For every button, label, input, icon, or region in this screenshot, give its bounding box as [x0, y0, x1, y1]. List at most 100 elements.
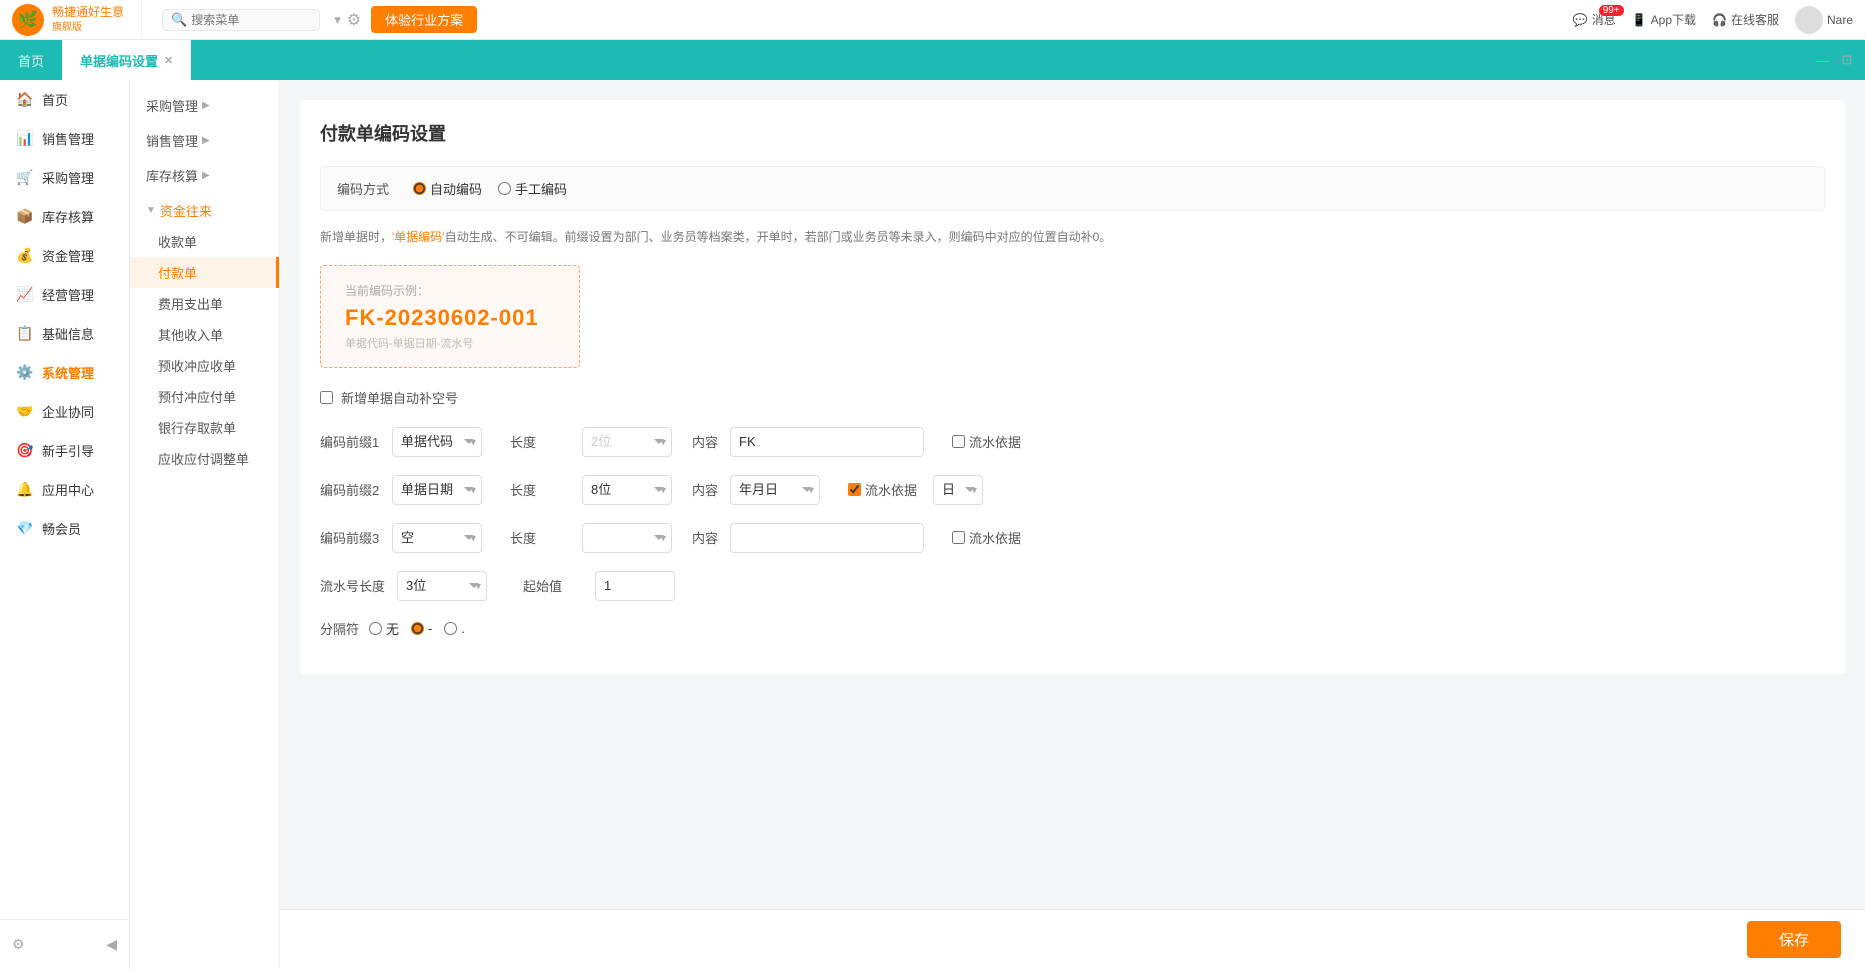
separator-none-radio[interactable] — [369, 622, 382, 635]
manual-encoding-option[interactable]: 手工编码 — [498, 179, 567, 198]
content-input-3[interactable] — [730, 523, 924, 553]
separator-dash-radio[interactable] — [411, 622, 424, 635]
serial-length-select[interactable]: 3位 4位 5位 — [397, 571, 487, 601]
content-select-2[interactable]: 年月日 年月 年 — [730, 475, 820, 505]
separator-dash-option[interactable]: - — [411, 621, 432, 636]
restore-button[interactable]: ⊡ — [1839, 52, 1855, 68]
sub-menu-header-purchase[interactable]: 采购管理 ▶ — [130, 90, 279, 121]
sub-menu-child-advance-offset[interactable]: 预付冲应付单 — [130, 381, 279, 412]
online-service-button[interactable]: 🎧 在线客服 — [1712, 11, 1779, 28]
sidebar-item-finance[interactable]: 💰 资金管理 — [0, 236, 129, 275]
start-value-label: 起始值 — [523, 576, 583, 595]
app-download-button[interactable]: 📱 App下载 — [1632, 11, 1696, 28]
settings-bottom-icon[interactable]: ⚙ — [8, 932, 29, 957]
trial-button[interactable]: 体验行业方案 — [371, 6, 477, 33]
sub-menu-group-purchase: 采购管理 ▶ — [130, 90, 279, 121]
tab-bill-code-settings[interactable]: 单据编码设置 ✕ — [62, 40, 191, 80]
serial-checkbox-row-1[interactable]: 流水依据 — [952, 432, 1021, 451]
prefix-select-1[interactable]: 单据代码 部门 业务员 — [392, 427, 482, 457]
serial-checkbox-row-2[interactable]: 流水依据 — [848, 480, 917, 499]
search-input[interactable] — [191, 13, 311, 27]
app-name: 畅捷通好生意 旗舰版 — [52, 5, 124, 34]
separator-radio-group: 无 - . — [369, 619, 465, 638]
sub-menu-child-bank-deposit[interactable]: 银行存取款单 — [130, 412, 279, 443]
separator-dot-radio[interactable] — [444, 622, 457, 635]
sub-menu-child-payment[interactable]: 付款单 — [130, 257, 279, 288]
dropdown-arrow-icon[interactable]: ▾ — [334, 12, 341, 28]
sidebar-item-basic-info[interactable]: 📋 基础信息 — [0, 314, 129, 353]
length-select-3[interactable] — [582, 523, 672, 553]
sub-menu-child-other-income[interactable]: 其他收入单 — [130, 319, 279, 350]
length-select-wrap-1: 2位 3位 4位 — [582, 427, 672, 457]
sub-menu-child-ar-ap-adjust[interactable]: 应收应付调整单 — [130, 443, 279, 474]
sub-menu-child-receipt[interactable]: 收款单 — [130, 226, 279, 257]
prefix-row-2: 编码前缀2 单据日期 单据代码 长度 8位 6位 4位 — [320, 475, 1825, 505]
avatar — [1795, 6, 1823, 34]
content-area: 付款单编码设置 编码方式 自动编码 手工编码 — [280, 80, 1865, 909]
auto-fill-label[interactable]: 新增单据自动补空号 — [341, 388, 458, 407]
sub-menu-header-finance[interactable]: ▼ 资金往来 — [130, 195, 279, 226]
inventory-icon: 📦 — [16, 208, 34, 226]
operations-icon: 📈 — [16, 286, 34, 304]
basic-info-icon: 📋 — [16, 325, 34, 343]
enterprise-icon: 🤝 — [16, 403, 34, 421]
serial-checkbox-1[interactable] — [952, 435, 965, 448]
serial-length-row: 流水号长度 3位 4位 5位 起始值 — [320, 571, 1825, 601]
content-label-1: 内容 — [692, 432, 718, 451]
purchase-icon: 🛒 — [16, 169, 34, 187]
chevron-down-icon-finance: ▼ — [146, 205, 156, 216]
sidebar-item-guide[interactable]: 🎯 新手引导 — [0, 431, 129, 470]
prefix-label-1: 编码前缀1 — [320, 432, 380, 451]
logo-area: 🌿 畅捷通好生意 旗舰版 — [12, 0, 142, 40]
content-select-wrap-2: 年月日 年月 年 — [730, 475, 820, 505]
user-avatar-area[interactable]: Nare — [1795, 6, 1853, 34]
settings-icon[interactable]: ⚙ — [347, 10, 361, 30]
auto-fill-checkbox-row: 新增单据自动补空号 — [320, 388, 1825, 407]
message-button[interactable]: 💬 消息 99+ — [1573, 11, 1616, 28]
auto-fill-checkbox[interactable] — [320, 391, 333, 404]
prefix-select-wrap-1: 单据代码 部门 业务员 — [392, 427, 482, 457]
prefix-select-3[interactable]: 空 单据代码 部门 — [392, 523, 482, 553]
tab-home[interactable]: 首页 — [0, 40, 62, 80]
close-tab-icon[interactable]: ✕ — [164, 54, 173, 67]
manual-encoding-radio[interactable] — [498, 182, 511, 195]
home-icon: 🏠 — [16, 91, 34, 109]
length-select-1[interactable]: 2位 3位 4位 — [582, 427, 672, 457]
sub-menu-child-prepay-offset[interactable]: 预收冲应收单 — [130, 350, 279, 381]
minimize-button[interactable]: — — [1815, 52, 1831, 68]
start-value-input[interactable] — [595, 571, 675, 601]
auto-encoding-radio[interactable] — [413, 182, 426, 195]
separator-dot-option[interactable]: . — [444, 621, 465, 636]
prefix-select-wrap-3: 空 单据代码 部门 — [392, 523, 482, 553]
sidebar-item-member[interactable]: 💎 畅会员 — [0, 509, 129, 548]
serial-checkbox-3[interactable] — [952, 531, 965, 544]
sub-menu-group-sales: 销售管理 ▶ — [130, 125, 279, 156]
search-bar[interactable]: 🔍 — [162, 9, 320, 31]
code-preview-value: FK-20230602-001 — [345, 305, 555, 331]
prefix-row-3: 编码前缀3 空 单据代码 部门 长度 内容 — [320, 523, 1825, 553]
prefix-select-2[interactable]: 单据日期 单据代码 — [392, 475, 482, 505]
sidebar-item-purchase[interactable]: 🛒 采购管理 — [0, 158, 129, 197]
sub-menu-header-inventory[interactable]: 库存核算 ▶ — [130, 160, 279, 191]
sidebar-item-enterprise[interactable]: 🤝 企业协同 — [0, 392, 129, 431]
serial-unit-select-2[interactable]: 日 月 年 — [933, 475, 983, 505]
serial-checkbox-2[interactable] — [848, 483, 861, 496]
separator-none-option[interactable]: 无 — [369, 619, 399, 638]
auto-encoding-option[interactable]: 自动编码 — [413, 179, 482, 198]
sidebar-item-sales[interactable]: 📊 销售管理 — [0, 119, 129, 158]
sidebar-item-system[interactable]: ⚙️ 系统管理 — [0, 353, 129, 392]
sidebar-item-inventory[interactable]: 📦 库存核算 — [0, 197, 129, 236]
sub-menu-child-expense[interactable]: 费用支出单 — [130, 288, 279, 319]
serial-checkbox-row-3[interactable]: 流水依据 — [952, 528, 1021, 547]
encoding-method-row: 编码方式 自动编码 手工编码 — [320, 166, 1825, 211]
length-select-2[interactable]: 8位 6位 4位 — [582, 475, 672, 505]
sub-menu-header-sales[interactable]: 销售管理 ▶ — [130, 125, 279, 156]
sidebar-item-operations[interactable]: 📈 经营管理 — [0, 275, 129, 314]
top-bar-right: 💬 消息 99+ 📱 App下载 🎧 在线客服 Nare — [1573, 6, 1853, 34]
collapse-sidebar-button[interactable]: ◀ — [102, 932, 121, 957]
sidebar-item-home[interactable]: 🏠 首页 — [0, 80, 129, 119]
content-input-1[interactable] — [730, 427, 924, 457]
serial-length-label: 流水号长度 — [320, 576, 385, 595]
sidebar-item-appcenter[interactable]: 🔔 应用中心 — [0, 470, 129, 509]
save-button[interactable]: 保存 — [1747, 921, 1841, 958]
